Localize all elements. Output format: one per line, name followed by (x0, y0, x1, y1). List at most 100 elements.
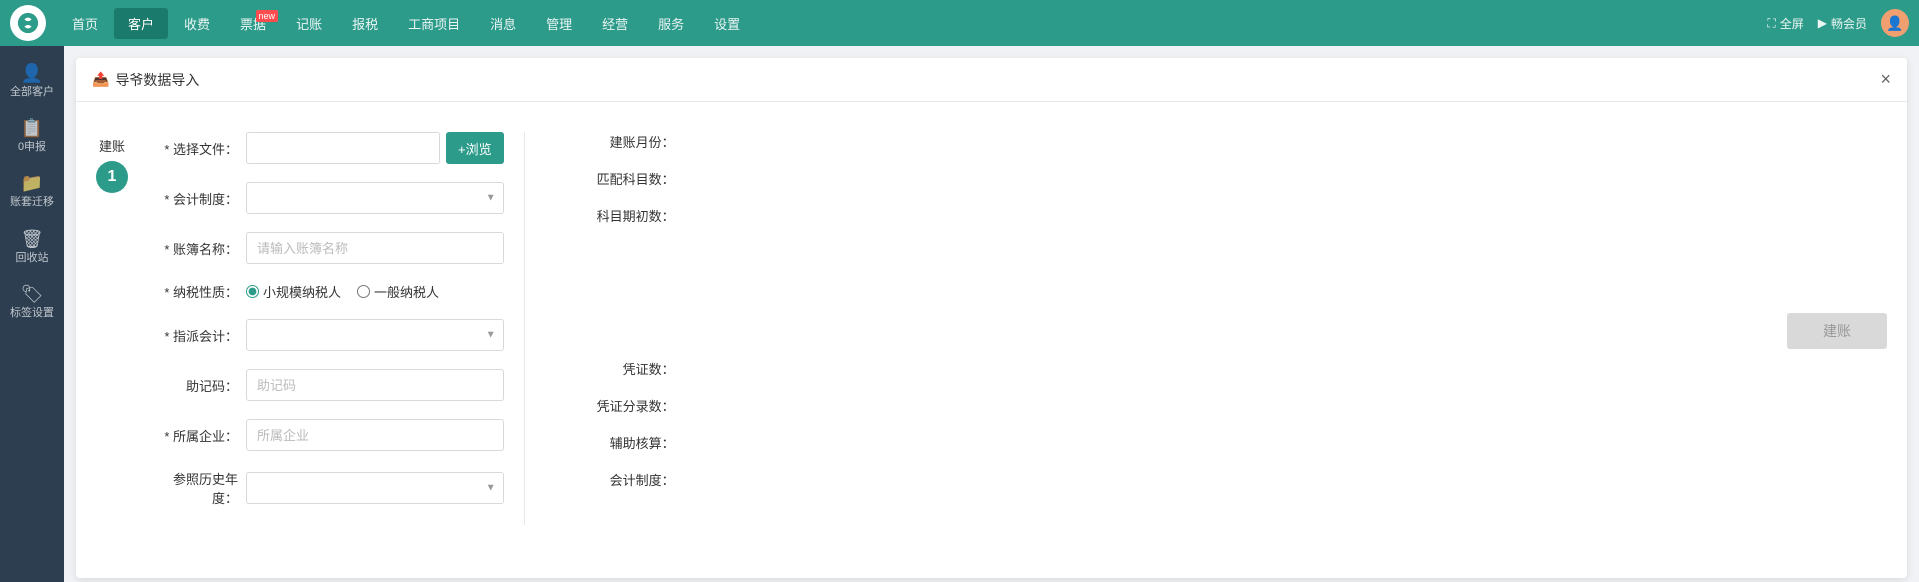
import-icon: 📤 (92, 71, 109, 88)
history-year-select-wrapper: ▼ (246, 472, 504, 504)
form-section: * 选择文件： +浏览 * 会计制度： (158, 132, 504, 525)
nav-ledger[interactable]: 记账 (282, 8, 336, 39)
tag-settings-icon: 🏷 (21, 285, 44, 303)
nav-tax[interactable]: 报税 (338, 8, 392, 39)
sidebar-item-tag-settings[interactable]: 🏷 标签设置 (0, 275, 64, 330)
file-row: * 选择文件： +浏览 (158, 132, 504, 164)
member-icon: ▶ (1818, 16, 1827, 30)
company-input[interactable] (246, 419, 504, 451)
sidebar-item-recycle[interactable]: 🗑 回收站 (0, 220, 64, 275)
nav-home[interactable]: 首页 (58, 8, 112, 39)
panel-header: 📤 导爷数据导入 × (76, 58, 1907, 102)
subject-initial-row: 科目期初数： (585, 206, 1887, 225)
member-label: 畅会员 (1831, 15, 1867, 32)
sidebar-item-label-migration: 账套迁移 (10, 196, 54, 209)
accounting-select[interactable] (246, 182, 504, 214)
sidebar-item-label-all-customers: 全部客户 (10, 86, 54, 99)
company-label: * 所属企业： (158, 426, 238, 445)
history-year-label: 参照历史年度： (158, 469, 238, 507)
panel-title: 导爷数据导入 (115, 70, 199, 90)
tax-general-label: 一般纳税人 (374, 282, 439, 301)
app-logo[interactable] (10, 5, 46, 41)
all-customers-icon: 👤 (21, 64, 43, 82)
nav-right: ⛶ 全屏 ▶ 畅会员 👤 (1767, 9, 1909, 37)
tax-type-radio-group: 小规模纳税人 一般纳税人 (246, 282, 439, 301)
voucher-label: 凭证数： (585, 359, 675, 378)
memo-label: 助记码： (158, 376, 238, 395)
nav-service[interactable]: 服务 (644, 8, 698, 39)
aux-accounting-row: 辅助核算： (585, 433, 1887, 452)
main-layout: 👤 全部客户 📋 0申报 📁 账套迁移 🗑 回收站 🏷 标签设置 📤 导爷数据导… (0, 46, 1919, 582)
build-account-button[interactable]: 建账 (1787, 313, 1887, 349)
nav-invoice[interactable]: 票据 new (226, 8, 280, 39)
tax-general-radio[interactable] (357, 285, 370, 298)
build-month-label: 建账月份： (585, 132, 675, 151)
memo-input[interactable] (246, 369, 504, 401)
history-year-row: 参照历史年度： ▼ (158, 469, 504, 507)
tax-type-row: * 纳税性质： 小规模纳税人 一般纳税人 (158, 282, 504, 301)
accountant-label: * 指派会计： (158, 326, 238, 345)
aux-accounting-label: 辅助核算： (585, 433, 675, 452)
accounting-row: * 会计制度： ▼ (158, 182, 504, 214)
sidebar-item-report[interactable]: 📋 0申报 (0, 109, 64, 164)
file-label: * 选择文件： (158, 139, 238, 158)
file-input-group: +浏览 (246, 132, 504, 164)
recycle-icon: 🗑 (21, 230, 44, 248)
user-avatar[interactable]: 👤 (1881, 9, 1909, 37)
nav-business[interactable]: 工商项目 (394, 8, 474, 39)
step-circle: 1 (96, 161, 128, 193)
sidebar-item-label-recycle: 回收站 (16, 252, 49, 265)
top-nav: 首页 客户 收费 票据 new 记账 报税 工商项目 消息 管理 经营 服务 设… (0, 0, 1919, 46)
voucher-records-label: 凭证分录数： (585, 396, 675, 415)
tax-small-label: 小规模纳税人 (263, 282, 341, 301)
tax-type-label: * 纳税性质： (158, 282, 238, 301)
accounting-system-row: 会计制度： (585, 470, 1887, 489)
file-input[interactable] (246, 132, 440, 164)
match-subject-label: 匹配科目数： (585, 169, 675, 188)
subject-initial-label: 科目期初数： (585, 206, 675, 225)
ledger-name-input[interactable] (246, 232, 504, 264)
ledger-name-row: * 账簿名称： (158, 232, 504, 264)
tax-small-option[interactable]: 小规模纳税人 (246, 282, 341, 301)
memo-row: 助记码： (158, 369, 504, 401)
step-label: 建账 (99, 136, 125, 155)
tax-general-option[interactable]: 一般纳税人 (357, 282, 439, 301)
new-badge: new (256, 10, 279, 23)
nav-settings[interactable]: 设置 (700, 8, 754, 39)
fullscreen-icon: ⛶ (1767, 16, 1775, 31)
accountant-select[interactable] (246, 319, 504, 351)
accountant-row: * 指派会计： ▼ (158, 319, 504, 351)
voucher-records-row: 凭证分录数： (585, 396, 1887, 415)
member-button[interactable]: ▶ 畅会员 (1818, 15, 1867, 32)
fullscreen-button[interactable]: ⛶ 全屏 (1767, 15, 1803, 32)
build-month-row: 建账月份： (585, 132, 1887, 151)
step-indicator: 建账 1 (96, 132, 128, 193)
sidebar-item-label-report: 0申报 (18, 141, 46, 154)
browse-button[interactable]: +浏览 (446, 132, 504, 164)
voucher-row: 凭证数： (585, 359, 1887, 378)
nav-manage[interactable]: 管理 (532, 8, 586, 39)
nav-message[interactable]: 消息 (476, 8, 530, 39)
form-divider (524, 132, 525, 525)
tax-small-radio[interactable] (246, 285, 259, 298)
info-section: 建账月份： 匹配科目数： 科目期初数： 建账 (545, 132, 1887, 525)
build-button-container: 建账 (585, 253, 1887, 349)
sidebar: 👤 全部客户 📋 0申报 📁 账套迁移 🗑 回收站 🏷 标签设置 (0, 46, 64, 582)
company-row: * 所属企业： (158, 419, 504, 451)
panel-body: 建账 1 * 选择文件： +浏览 (76, 102, 1907, 555)
history-year-select[interactable] (246, 472, 504, 504)
sidebar-item-account-migration[interactable]: 📁 账套迁移 (0, 164, 64, 219)
main-nav: 首页 客户 收费 票据 new 记账 报税 工商项目 消息 管理 经营 服务 设… (58, 8, 1767, 39)
nav-operation[interactable]: 经营 (588, 8, 642, 39)
left-section: 建账 1 * 选择文件： +浏览 (96, 132, 504, 525)
accountant-select-wrapper: ▼ (246, 319, 504, 351)
fullscreen-label: 全屏 (1780, 15, 1804, 32)
report-icon: 📋 (21, 119, 43, 137)
nav-customer[interactable]: 客户 (114, 8, 168, 39)
panel-close-button[interactable]: × (1880, 70, 1891, 88)
sidebar-item-all-customers[interactable]: 👤 全部客户 (0, 54, 64, 109)
nav-fee[interactable]: 收费 (170, 8, 224, 39)
accounting-select-wrapper: ▼ (246, 182, 504, 214)
accounting-system-label: 会计制度： (585, 470, 675, 489)
accounting-label: * 会计制度： (158, 189, 238, 208)
